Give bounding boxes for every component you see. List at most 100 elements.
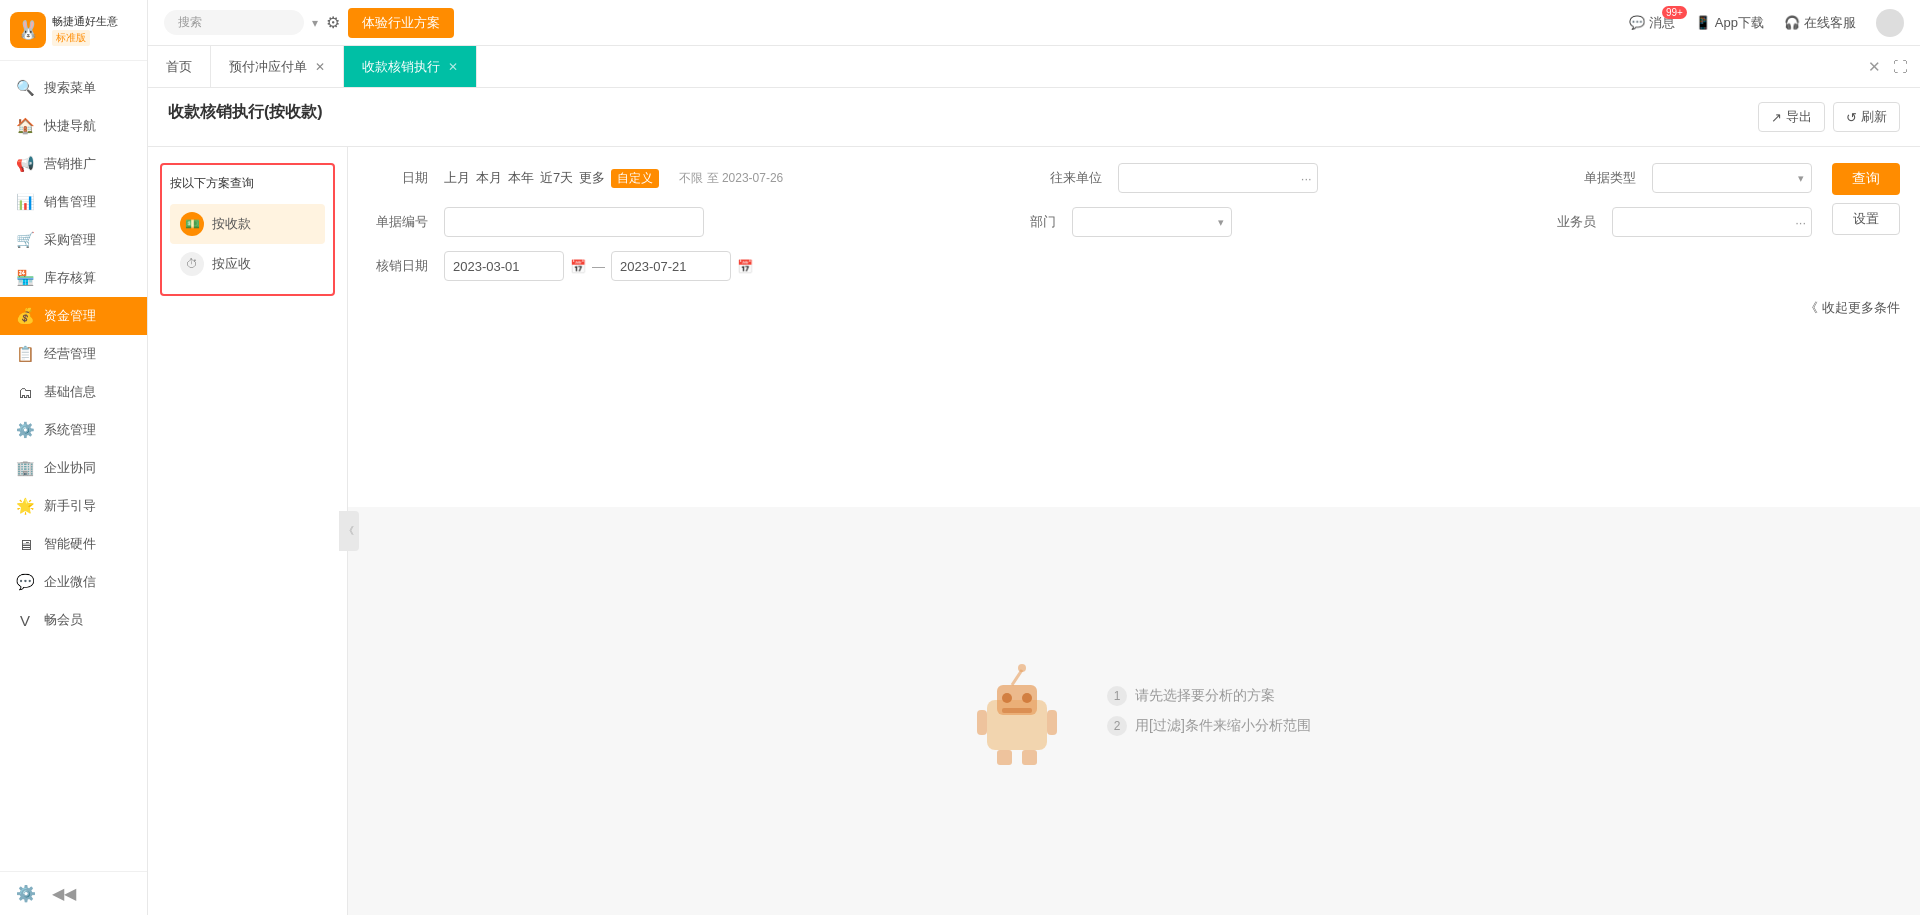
sidebar-item-member-label: 畅会员 — [44, 611, 83, 629]
collapse-sidebar-icon[interactable]: ◀◀ — [52, 884, 76, 903]
sidebar-item-quicknav[interactable]: 🏠 快捷导航 — [0, 107, 147, 145]
staff-input[interactable] — [1612, 207, 1812, 237]
dropdown-arrow-icon[interactable]: ▾ — [312, 16, 318, 30]
date-range-text: 不限 至 2023-07-26 — [679, 170, 783, 187]
query-option-by-receivable[interactable]: ⏱ 按应收 — [170, 244, 325, 284]
query-panel-border: 按以下方案查询 💵 按收款 ⏱ 按应收 — [160, 163, 335, 296]
date-link-this-year[interactable]: 本年 — [508, 169, 534, 187]
sidebar-item-purchase[interactable]: 🛒 采购管理 — [0, 221, 147, 259]
dept-select[interactable] — [1072, 207, 1232, 237]
app-download-button[interactable]: 📱 App下载 — [1695, 14, 1764, 32]
system-icon: ⚙️ — [16, 421, 34, 439]
topbar-gear-icon[interactable]: ⚙ — [326, 13, 340, 32]
export-icon: ↗ — [1771, 110, 1782, 125]
sidebar-item-search[interactable]: 🔍 搜索菜单 — [0, 69, 147, 107]
customer-service-label: 在线客服 — [1804, 14, 1856, 32]
collapse-chevron-icon: 《 — [1805, 299, 1818, 317]
settings-bottom-icon[interactable]: ⚙️ — [16, 884, 36, 903]
filter-row-1: 日期 上月 本月 本年 近7天 更多 自定义 不限 至 2023-07-26 — [368, 163, 1812, 193]
filter-panel: 按以下方案查询 💵 按收款 ⏱ 按应收 《 — [148, 147, 1920, 915]
verify-end-calendar-icon[interactable]: 📅 — [737, 259, 753, 274]
counterpart-more-icon[interactable]: ··· — [1301, 171, 1312, 186]
counterpart-input[interactable] — [1118, 163, 1318, 193]
tab-home-label: 首页 — [166, 58, 192, 76]
verify-start-calendar-icon[interactable]: 📅 — [570, 259, 586, 274]
collapse-more-button[interactable]: 《 收起更多条件 — [368, 295, 1900, 325]
refresh-icon: ↺ — [1846, 110, 1857, 125]
svg-point-10 — [1018, 664, 1026, 672]
refresh-button[interactable]: ↺ 刷新 — [1833, 102, 1900, 132]
docno-label: 单据编号 — [368, 213, 428, 231]
customer-service-button[interactable]: 🎧 在线客服 — [1784, 14, 1856, 32]
message-button[interactable]: 💬 消息 99+ — [1629, 14, 1675, 32]
sales-icon: 📊 — [16, 193, 34, 211]
tab-collection-label: 收款核销执行 — [362, 58, 440, 76]
tab-prepay-label: 预付冲应付单 — [229, 58, 307, 76]
query-option-by-collection[interactable]: 💵 按收款 — [170, 204, 325, 244]
filter-area: 日期 上月 本月 本年 近7天 更多 自定义 不限 至 2023-07-26 — [348, 147, 1920, 507]
staff-input-wrap: ··· — [1612, 207, 1812, 237]
member-icon: V — [16, 612, 34, 629]
sidebar-item-operation[interactable]: 📋 经营管理 — [0, 335, 147, 373]
content-area: 收款核销执行(按收款) ↗ 导出 ↺ 刷新 按以下方案查询 💵 — [148, 88, 1920, 915]
date-link-last-month[interactable]: 上月 — [444, 169, 470, 187]
dept-label: 部门 — [1030, 213, 1056, 231]
tip-text-1: 请先选择要分析的方案 — [1135, 687, 1275, 705]
collapse-query-panel-button[interactable]: 《 — [339, 511, 359, 551]
tab-maximize-icon[interactable]: ⛶ — [1893, 58, 1908, 75]
svg-line-9 — [1012, 670, 1022, 685]
basic-icon: 🗂 — [16, 384, 34, 401]
sidebar-item-enterprise[interactable]: 🏢 企业协同 — [0, 449, 147, 487]
date-link-7days[interactable]: 近7天 — [540, 169, 573, 187]
sidebar-item-purchase-label: 采购管理 — [44, 231, 96, 249]
date-link-more[interactable]: 更多 — [579, 169, 605, 187]
verify-date-range: 2023-03-01 📅 — 2023-07-21 📅 — [444, 251, 753, 281]
tabbar: 首页 预付冲应付单 ✕ 收款核销执行 ✕ ✕ ⛶ — [148, 46, 1920, 88]
solution-button[interactable]: 体验行业方案 — [348, 8, 454, 38]
empty-illustration — [957, 650, 1077, 773]
tab-prepay[interactable]: 预付冲应付单 ✕ — [211, 46, 344, 87]
export-label: 导出 — [1786, 108, 1812, 126]
sidebar-item-system[interactable]: ⚙️ 系统管理 — [0, 411, 147, 449]
verify-end-input[interactable]: 2023-07-21 — [611, 251, 731, 281]
app-name: 畅捷通好生意 — [52, 14, 118, 28]
sidebar-item-operation-label: 经营管理 — [44, 345, 96, 363]
sidebar-item-marketing[interactable]: 📢 营销推广 — [0, 145, 147, 183]
svg-point-2 — [1002, 693, 1012, 703]
tab-close-all-icon[interactable]: ✕ — [1868, 58, 1881, 76]
query-button[interactable]: 查询 — [1832, 163, 1900, 195]
sidebar-menu: 🔍 搜索菜单 🏠 快捷导航 📢 营销推广 📊 销售管理 🛒 采购管理 🏪 库存核… — [0, 61, 147, 871]
sidebar-item-member[interactable]: V 畅会员 — [0, 601, 147, 639]
tab-home[interactable]: 首页 — [148, 46, 211, 87]
sidebar-item-wechat[interactable]: 💬 企业微信 — [0, 563, 147, 601]
app-download-label: App下载 — [1715, 14, 1764, 32]
tab-collection-close-icon[interactable]: ✕ — [448, 60, 458, 74]
date-custom-tag[interactable]: 自定义 — [611, 169, 659, 188]
staff-more-icon[interactable]: ··· — [1795, 215, 1806, 230]
sidebar-item-inventory[interactable]: 🏪 库存核算 — [0, 259, 147, 297]
tab-collection[interactable]: 收款核销执行 ✕ — [344, 46, 477, 87]
user-avatar[interactable] — [1876, 9, 1904, 37]
docno-input[interactable] — [444, 207, 704, 237]
sidebar-item-guide[interactable]: 🌟 新手引导 — [0, 487, 147, 525]
filter-fields: 日期 上月 本月 本年 近7天 更多 自定义 不限 至 2023-07-26 — [368, 163, 1812, 295]
sidebar-item-guide-label: 新手引导 — [44, 497, 96, 515]
sidebar: 🐰 畅捷通好生意 标准版 🔍 搜索菜单 🏠 快捷导航 📢 营销推广 📊 销售管理… — [0, 0, 148, 915]
tab-prepay-close-icon[interactable]: ✕ — [315, 60, 325, 74]
setting-button[interactable]: 设置 — [1832, 203, 1900, 235]
doctype-select[interactable] — [1652, 163, 1812, 193]
home-icon: 🏠 — [16, 117, 34, 135]
app-logo-icon: 🐰 — [10, 12, 46, 48]
doctype-select-wrap — [1652, 163, 1812, 193]
sidebar-item-finance[interactable]: 💰 资金管理 — [0, 297, 147, 335]
sidebar-item-hardware[interactable]: 🖥 智能硬件 — [0, 525, 147, 563]
sidebar-item-sales[interactable]: 📊 销售管理 — [0, 183, 147, 221]
export-button[interactable]: ↗ 导出 — [1758, 102, 1825, 132]
sidebar-item-basic[interactable]: 🗂 基础信息 — [0, 373, 147, 411]
staff-label: 业务员 — [1557, 213, 1596, 231]
logo-text-block: 畅捷通好生意 标准版 — [52, 14, 118, 46]
date-link-this-month[interactable]: 本月 — [476, 169, 502, 187]
query-panel-title: 按以下方案查询 — [170, 175, 325, 192]
tip-text-2: 用[过滤]条件来缩小分析范围 — [1135, 717, 1311, 735]
verify-start-input[interactable]: 2023-03-01 — [444, 251, 564, 281]
